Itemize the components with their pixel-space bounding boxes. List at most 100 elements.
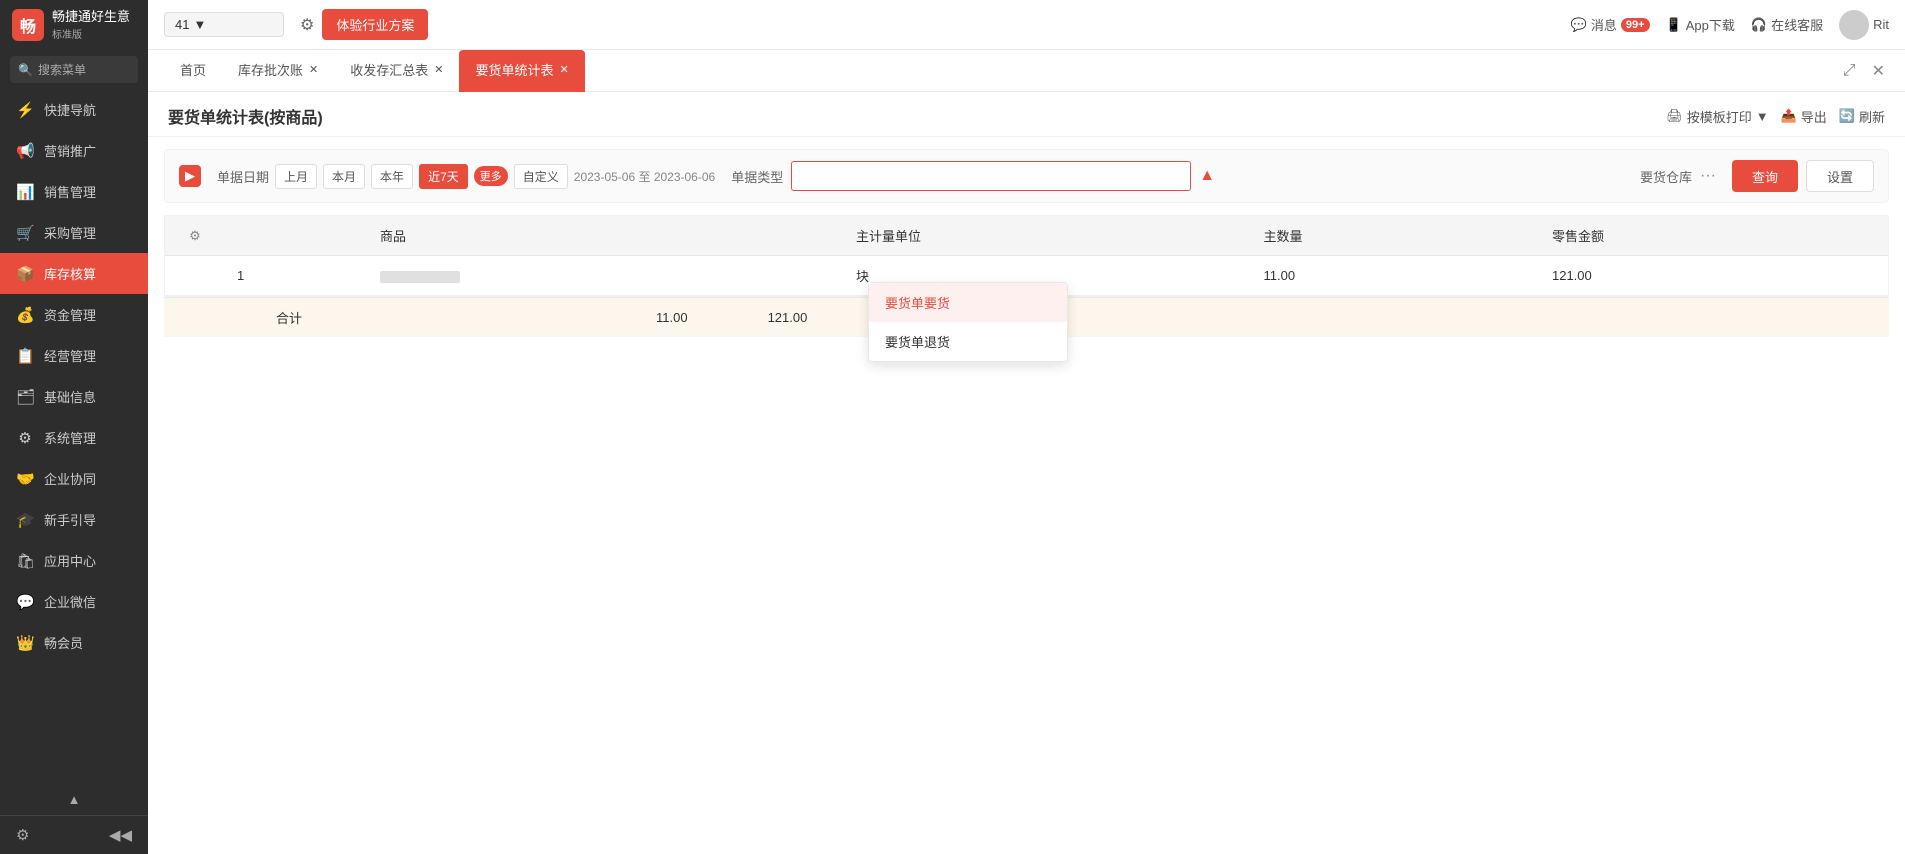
type-dropdown: 要货单要货 要货单退货 <box>868 282 1068 362</box>
more-date-btn[interactable]: 更多 <box>474 166 508 186</box>
operations-icon: 📋 <box>16 347 34 365</box>
refresh-icon: 🔄 <box>1839 108 1855 124</box>
tab-close-icon[interactable]: ✕ <box>560 63 569 76</box>
date-range: 2023-05-06 至 2023-06-06 <box>574 168 715 185</box>
support-item[interactable]: 🎧 在线客服 <box>1751 15 1823 34</box>
warehouse-more-icon[interactable]: ··· <box>1700 167 1716 185</box>
dropdown-item-return[interactable]: 要货单退货 <box>869 322 1067 361</box>
messages-badge: 99+ <box>1621 18 1650 32</box>
collapse-icon[interactable]: ◀◀ <box>109 826 132 844</box>
tab-label: 收发存汇总表 <box>350 60 428 79</box>
logo-sub: 标准版 <box>52 26 130 41</box>
close-all-icon[interactable]: ✕ <box>1868 61 1889 81</box>
marketing-icon: 📢 <box>16 142 34 160</box>
download-item[interactable]: 📱 App下载 <box>1666 15 1735 34</box>
row-qty-cell: 11.00 <box>1252 256 1540 296</box>
purchase-icon: 🛒 <box>16 224 34 242</box>
search-icon: 🔍 <box>18 63 33 77</box>
sidebar-item-purchase[interactable]: 🛒 采购管理 <box>0 212 148 253</box>
type-dropdown-arrow[interactable]: ▲ <box>1199 167 1215 185</box>
user-name: Rit <box>1873 17 1889 32</box>
tab-label: 要货单统计表 <box>475 60 553 79</box>
filter-expand-button[interactable]: ▶ <box>179 165 201 187</box>
sidebar-item-sales[interactable]: 📊 销售管理 <box>0 171 148 212</box>
print-button[interactable]: 🖨 按模板打印 ▼ <box>1666 107 1768 126</box>
dropdown-item-order[interactable]: 要货单要货 <box>869 283 1067 322</box>
settings-button[interactable]: 设置 <box>1806 160 1874 192</box>
sidebar-item-label: 畅会员 <box>44 633 83 652</box>
sidebar-item-quicknav[interactable]: ⚡ 快捷导航 <box>0 89 148 130</box>
sidebar-item-label: 资金管理 <box>44 305 96 324</box>
store-selector[interactable]: 41 ▼ <box>164 12 284 37</box>
sidebar-item-operations[interactable]: 📋 经营管理 <box>0 335 148 376</box>
basic-icon: 🗂 <box>16 388 34 406</box>
this-month-btn[interactable]: 本月 <box>323 164 365 189</box>
sidebar-item-appstore[interactable]: 🛍 应用中心 <box>0 540 148 581</box>
sidebar-scroll-up[interactable]: ▲ <box>0 784 148 815</box>
expand-icon[interactable]: ⤢ <box>1839 62 1860 80</box>
footer-amount: 121.00 <box>768 310 808 325</box>
footer-label: 合计 <box>276 308 536 327</box>
settings-icon[interactable]: ⚙ <box>16 826 29 844</box>
sidebar-item-guide[interactable]: 🎓 新手引导 <box>0 499 148 540</box>
sidebar-item-label: 销售管理 <box>44 182 96 201</box>
export-button[interactable]: 📤 导出 <box>1781 107 1827 126</box>
print-chevron-icon[interactable]: ▼ <box>1756 109 1769 124</box>
sidebar-item-collab[interactable]: 🤝 企业协同 <box>0 458 148 499</box>
messages-label: 消息 <box>1591 15 1617 34</box>
support-label: 在线客服 <box>1771 15 1823 34</box>
sidebar-logo: 畅 畅捷通好生意 标准版 <box>0 0 148 50</box>
custom-date-btn[interactable]: 自定义 <box>514 164 568 189</box>
tab-home[interactable]: 首页 <box>164 50 222 92</box>
export-label: 导出 <box>1801 107 1827 126</box>
wechat-icon: 💬 <box>16 593 34 611</box>
tab-close-icon[interactable]: ✕ <box>434 63 443 76</box>
sidebar-item-label: 营销推广 <box>44 141 96 160</box>
sidebar-item-system[interactable]: ⚙ 系统管理 <box>0 417 148 458</box>
col-settings-header[interactable]: ⚙ <box>165 216 225 256</box>
sidebar-search[interactable]: 🔍 搜索菜单 <box>10 56 138 83</box>
store-number: 41 <box>175 17 189 32</box>
tab-receivable-summary[interactable]: 收发存汇总表 ✕ <box>334 50 459 92</box>
sidebar-item-finance[interactable]: 💰 资金管理 <box>0 294 148 335</box>
sidebar-item-basic[interactable]: 🗂 基础信息 <box>0 376 148 417</box>
last-month-btn[interactable]: 上月 <box>275 164 317 189</box>
collab-icon: 🤝 <box>16 470 34 488</box>
type-input[interactable] <box>791 161 1191 191</box>
tab-order-stats[interactable]: 要货单统计表 ✕ <box>459 50 584 92</box>
last-7-days-btn[interactable]: 近7天 <box>419 164 468 189</box>
col-product-header: 商品 <box>368 216 844 256</box>
refresh-button[interactable]: 🔄 刷新 <box>1839 107 1885 126</box>
col-unit-header: 主计量单位 <box>844 216 1251 256</box>
tab-close-icon[interactable]: ✕ <box>309 63 318 76</box>
inventory-icon: 📦 <box>16 265 34 283</box>
trial-button[interactable]: 体验行业方案 <box>322 9 428 40</box>
print-icon: 🖨 <box>1666 108 1683 124</box>
this-year-btn[interactable]: 本年 <box>371 164 413 189</box>
quicknav-icon: ⚡ <box>16 101 34 119</box>
main-area: 41 ▼ ⚙ 体验行业方案 💬 消息 99+ 📱 App下载 🎧 在线客服 <box>148 0 1905 854</box>
sidebar-item-wechat[interactable]: 💬 企业微信 <box>0 581 148 622</box>
warehouse-label: 要货仓库 <box>1640 167 1692 186</box>
search-label: 搜索菜单 <box>38 61 86 78</box>
footer-qty: 11.00 <box>656 310 688 325</box>
tab-expand-area: ⤢ ✕ <box>1839 61 1889 81</box>
tab-inventory-batch[interactable]: 库存批次账 ✕ <box>222 50 334 92</box>
tab-label: 首页 <box>180 60 206 79</box>
messages-item[interactable]: 💬 消息 99+ <box>1571 15 1650 34</box>
sidebar-item-marketing[interactable]: 📢 营销推广 <box>0 130 148 171</box>
sidebar-item-member[interactable]: 👑 畅会员 <box>0 622 148 663</box>
sidebar-item-inventory[interactable]: 📦 库存核算 <box>0 253 148 294</box>
query-button[interactable]: 查询 <box>1732 160 1798 192</box>
type-filter-group: 单据类型 ▲ <box>731 161 1624 191</box>
user-item[interactable]: Rit <box>1839 10 1889 40</box>
system-icon: ⚙ <box>16 429 34 447</box>
chevron-down-icon: ▼ <box>193 17 206 32</box>
export-icon: 📤 <box>1781 108 1797 124</box>
sidebar-item-label: 企业协同 <box>44 469 96 488</box>
topbar-gear-icon[interactable]: ⚙ <box>300 15 314 35</box>
avatar <box>1839 10 1869 40</box>
topbar-left: 41 ▼ ⚙ 体验行业方案 <box>164 9 428 40</box>
refresh-label: 刷新 <box>1859 107 1885 126</box>
date-buttons: 上月 本月 本年 近7天 更多 自定义 <box>275 164 568 189</box>
